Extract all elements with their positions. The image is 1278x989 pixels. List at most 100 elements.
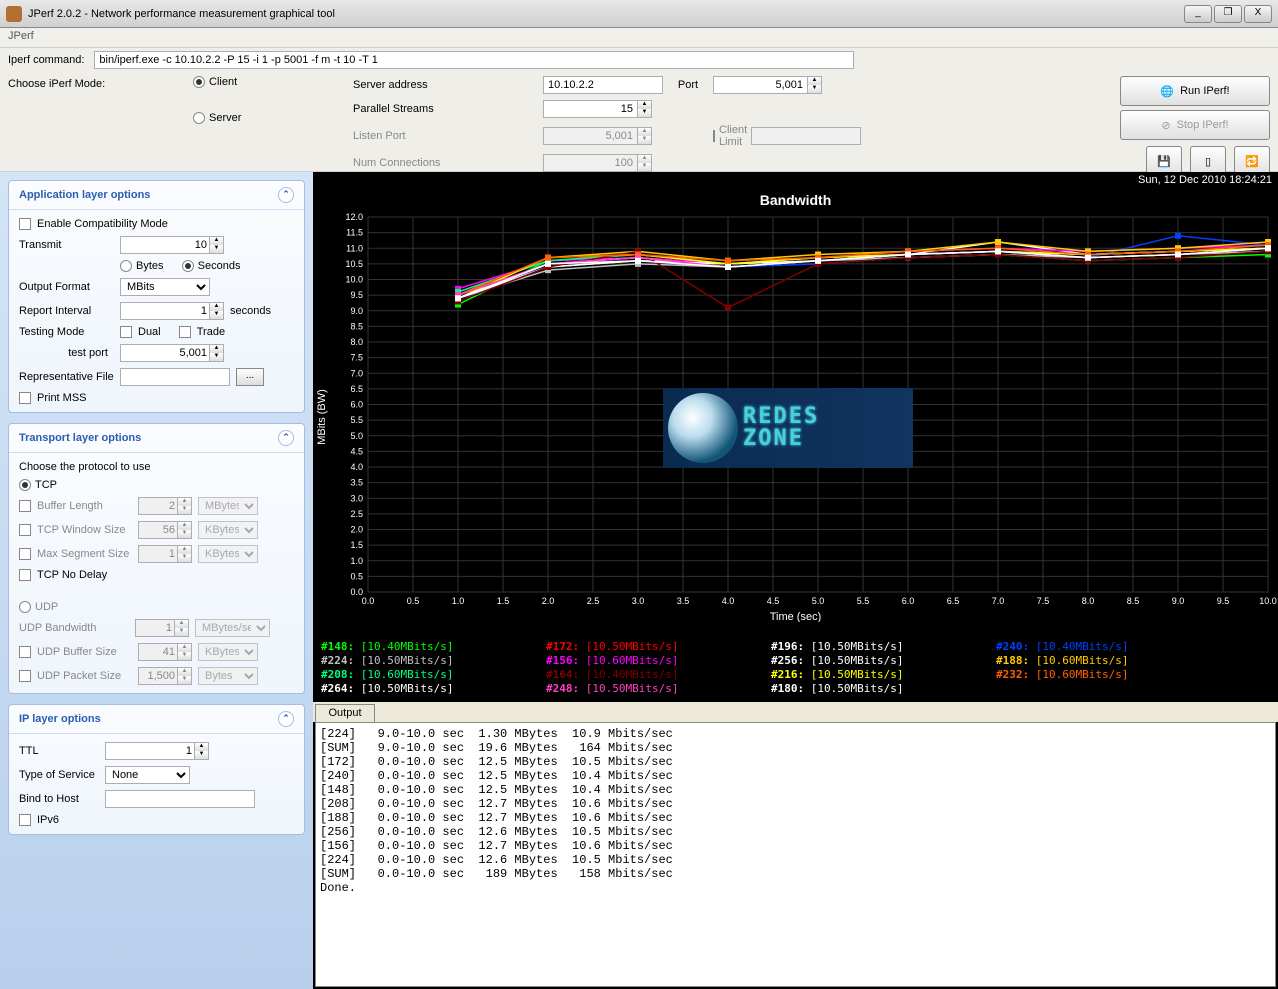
buflen-unit: MBytes (198, 497, 258, 515)
transmit-input[interactable] (120, 236, 210, 254)
svg-text:3.0: 3.0 (632, 596, 645, 606)
udppkt-check (19, 670, 31, 682)
winsize-check[interactable] (19, 524, 31, 536)
svg-text:7.5: 7.5 (1037, 596, 1050, 606)
svg-text:8.5: 8.5 (1127, 596, 1140, 606)
eraser-icon: ▯ (1205, 155, 1211, 168)
minimize-button[interactable]: _ (1184, 5, 1212, 23)
maxseg-input (138, 545, 178, 563)
ipv6-check[interactable] (19, 814, 31, 826)
listen-port-label: Listen Port (353, 130, 543, 142)
parallel-label: Parallel Streams (353, 103, 543, 115)
svg-text:2.5: 2.5 (350, 509, 363, 519)
collapse-icon[interactable]: ⌃ (278, 711, 294, 727)
server-address-input[interactable] (543, 76, 663, 94)
svg-text:2.5: 2.5 (587, 596, 600, 606)
trade-check[interactable] (179, 326, 191, 338)
buflen-check[interactable] (19, 500, 31, 512)
run-icon: 🌐 (1160, 85, 1174, 98)
svg-text:6.0: 6.0 (350, 400, 363, 410)
chart-title: Bandwidth (313, 188, 1278, 212)
bytes-radio[interactable]: Bytes (120, 260, 164, 272)
tcp-radio[interactable]: TCP (19, 479, 57, 491)
svg-text:0.5: 0.5 (350, 571, 363, 581)
svg-text:1.0: 1.0 (350, 556, 363, 566)
run-button[interactable]: 🌐Run IPerf! (1120, 76, 1270, 106)
command-input[interactable] (94, 51, 854, 69)
testport-input[interactable] (120, 344, 210, 362)
svg-text:MBits (BW): MBits (BW) (316, 389, 328, 445)
browse-button[interactable]: ... (236, 368, 264, 386)
nodelay-check[interactable] (19, 569, 31, 581)
output-area[interactable]: [224] 9.0-10.0 sec 1.30 MBytes 10.9 Mbit… (315, 722, 1276, 987)
parallel-input[interactable] (543, 100, 638, 118)
compat-check[interactable] (19, 218, 31, 230)
mode-label: Choose iPerf Mode: (8, 76, 193, 90)
stop-button: ⊘Stop IPerf! (1120, 110, 1270, 140)
dual-check[interactable] (120, 326, 132, 338)
udp-radio[interactable]: UDP (19, 601, 58, 613)
svg-text:5.5: 5.5 (350, 415, 363, 425)
mode-row: Choose iPerf Mode: Client Server Server … (0, 72, 1278, 172)
client-radio[interactable]: Client (193, 76, 353, 88)
globe-icon (668, 393, 738, 463)
client-limit-check (713, 130, 715, 142)
port-spinner[interactable]: ▲▼ (808, 76, 822, 94)
app-layer-panel: Application layer options⌃ Enable Compat… (8, 180, 305, 413)
svg-text:5.0: 5.0 (812, 596, 825, 606)
ttl-input[interactable] (105, 742, 195, 760)
svg-text:9.5: 9.5 (1217, 596, 1230, 606)
svg-text:3.5: 3.5 (350, 478, 363, 488)
watermark-logo: REDESZONE (663, 388, 913, 468)
svg-text:8.5: 8.5 (350, 321, 363, 331)
server-address-label: Server address (353, 79, 543, 91)
timestamp: Sun, 12 Dec 2010 18:24:21 (313, 172, 1278, 188)
numcon-label: Num Connections (353, 157, 543, 169)
server-radio[interactable]: Server (193, 112, 353, 124)
command-bar: Iperf command: (0, 48, 1278, 72)
output-format-select[interactable]: MBits (120, 278, 210, 296)
svg-text:1.0: 1.0 (452, 596, 465, 606)
listen-port-input (543, 127, 638, 145)
svg-text:Time (sec): Time (sec) (770, 611, 822, 622)
printmss-check[interactable] (19, 392, 31, 404)
close-button[interactable]: X (1244, 5, 1272, 23)
udpbw-unit: MBytes/sec (195, 619, 270, 637)
report-interval-input[interactable] (120, 302, 210, 320)
svg-text:11.5: 11.5 (346, 228, 363, 238)
bind-input[interactable] (105, 790, 255, 808)
chart-area: Bandwidth 0.00.51.01.52.02.53.03.54.04.5… (313, 188, 1278, 638)
svg-text:6.0: 6.0 (902, 596, 915, 606)
sidebar: Application layer options⌃ Enable Compat… (0, 172, 313, 989)
output-tab[interactable]: Output (315, 704, 375, 722)
tos-select[interactable]: None (105, 766, 190, 784)
svg-text:9.0: 9.0 (1172, 596, 1185, 606)
svg-text:10.0: 10.0 (1259, 596, 1277, 606)
maximize-button[interactable]: ❐ (1214, 5, 1242, 23)
client-limit-input (751, 127, 861, 145)
collapse-icon[interactable]: ⌃ (278, 187, 294, 203)
floppy-icon: 💾 (1157, 155, 1171, 168)
udppkt-input (138, 667, 178, 685)
svg-text:8.0: 8.0 (1082, 596, 1095, 606)
seconds-radio[interactable]: Seconds (182, 260, 241, 272)
svg-text:4.0: 4.0 (350, 462, 363, 472)
svg-text:11.0: 11.0 (346, 243, 363, 253)
udpbuf-unit: KBytes (198, 643, 258, 661)
udpbw-input (135, 619, 175, 637)
svg-text:3.5: 3.5 (677, 596, 690, 606)
repfile-input[interactable] (120, 368, 230, 386)
chart-legend: #148: [10.40MBits/s]#172: [10.50MBits/s]… (313, 638, 1278, 702)
svg-text:0.0: 0.0 (362, 596, 375, 606)
menu-jperf[interactable]: JPerf (8, 30, 34, 42)
parallel-spinner[interactable]: ▲▼ (638, 100, 652, 118)
svg-text:2.0: 2.0 (350, 525, 363, 535)
svg-text:8.0: 8.0 (350, 337, 363, 347)
svg-text:7.5: 7.5 (350, 353, 363, 363)
maxseg-check[interactable] (19, 548, 31, 560)
stop-icon: ⊘ (1161, 119, 1170, 132)
svg-text:12.0: 12.0 (345, 212, 363, 222)
port-input[interactable] (713, 76, 808, 94)
numcon-input (543, 154, 638, 172)
collapse-icon[interactable]: ⌃ (278, 430, 294, 446)
